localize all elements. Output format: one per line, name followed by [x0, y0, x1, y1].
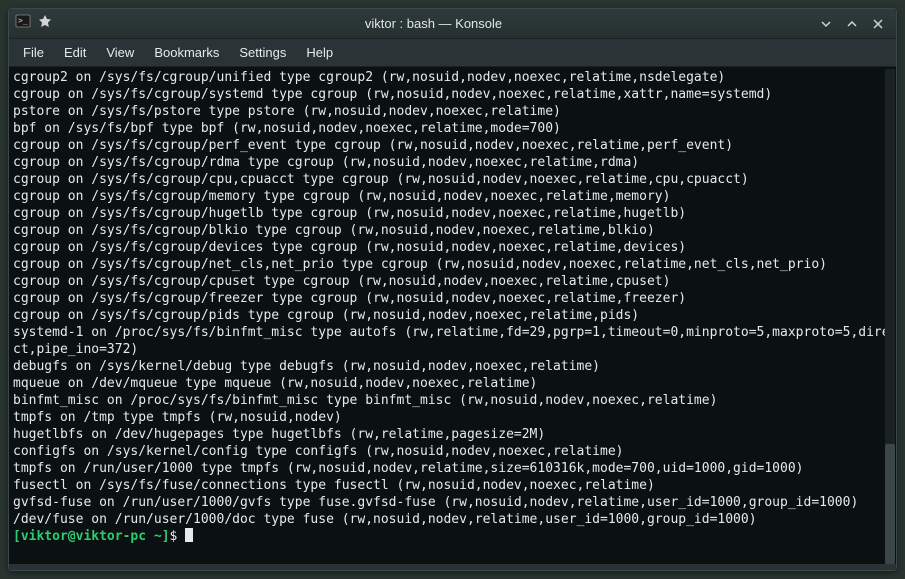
terminal-line: cgroup on /sys/fs/cgroup/net_cls,net_pri… [13, 256, 892, 273]
terminal-line: mqueue on /dev/mqueue type mqueue (rw,no… [13, 375, 892, 392]
cursor [185, 528, 193, 542]
close-button[interactable] [866, 13, 890, 35]
terminal-line: cgroup on /sys/fs/cgroup/devices type cg… [13, 239, 892, 256]
menu-view[interactable]: View [96, 41, 144, 64]
terminal-line: cgroup on /sys/fs/cgroup/perf_event type… [13, 137, 892, 154]
terminal-line: cgroup on /sys/fs/cgroup/hugetlb type cg… [13, 205, 892, 222]
svg-text:>_: >_ [18, 16, 28, 25]
titlebar: >_ viktor : bash — Konsole [9, 9, 896, 39]
terminal-line: debugfs on /sys/kernel/debug type debugf… [13, 358, 892, 375]
terminal-line: cgroup on /sys/fs/cgroup/freezer type cg… [13, 290, 892, 307]
menu-settings[interactable]: Settings [229, 41, 296, 64]
terminal-line: cgroup on /sys/fs/cgroup/systemd type cg… [13, 86, 892, 103]
app-icon: >_ [15, 13, 31, 34]
terminal-line: cgroup on /sys/fs/cgroup/blkio type cgro… [13, 222, 892, 239]
terminal-line: cgroup on /sys/fs/cgroup/cpuset type cgr… [13, 273, 892, 290]
window-bottom-frame [9, 564, 896, 570]
terminal-line: configfs on /sys/kernel/config type conf… [13, 443, 892, 460]
minimize-button[interactable] [814, 13, 838, 35]
terminal-line: cgroup on /sys/fs/cgroup/pids type cgrou… [13, 307, 892, 324]
terminal-line: systemd-1 on /proc/sys/fs/binfmt_misc ty… [13, 324, 892, 358]
menu-file[interactable]: File [13, 41, 54, 64]
prompt-line[interactable]: [viktor@viktor-pc ~]$ [13, 528, 892, 545]
terminal-line: tmpfs on /run/user/1000 type tmpfs (rw,n… [13, 460, 892, 477]
terminal-line: cgroup on /sys/fs/cgroup/cpu,cpuacct typ… [13, 171, 892, 188]
scrollbar[interactable] [885, 69, 895, 564]
pin-icon[interactable] [37, 14, 53, 33]
window-title: viktor : bash — Konsole [53, 16, 814, 31]
konsole-window: >_ viktor : bash — Konsole File Edit Vie… [8, 8, 897, 571]
terminal-line: cgroup2 on /sys/fs/cgroup/unified type c… [13, 69, 892, 86]
terminal-line: cgroup on /sys/fs/cgroup/rdma type cgrou… [13, 154, 892, 171]
prompt-symbol: $ [170, 529, 186, 544]
menu-help[interactable]: Help [296, 41, 343, 64]
menu-edit[interactable]: Edit [54, 41, 96, 64]
terminal-line: hugetlbfs on /dev/hugepages type hugetlb… [13, 426, 892, 443]
terminal-line: bpf on /sys/fs/bpf type bpf (rw,nosuid,n… [13, 120, 892, 137]
scrollbar-thumb[interactable] [885, 444, 895, 564]
prompt-user-host: [viktor@viktor-pc ~] [13, 529, 170, 544]
menu-bookmarks[interactable]: Bookmarks [144, 41, 229, 64]
terminal-line: /dev/fuse on /run/user/1000/doc type fus… [13, 511, 892, 528]
terminal-line: fusectl on /sys/fs/fuse/connections type… [13, 477, 892, 494]
terminal-line: binfmt_misc on /proc/sys/fs/binfmt_misc … [13, 392, 892, 409]
terminal-line: cgroup on /sys/fs/cgroup/memory type cgr… [13, 188, 892, 205]
terminal-output[interactable]: cgroup2 on /sys/fs/cgroup/unified type c… [9, 67, 896, 564]
terminal-line: tmpfs on /tmp type tmpfs (rw,nosuid,node… [13, 409, 892, 426]
terminal-line: pstore on /sys/fs/pstore type pstore (rw… [13, 103, 892, 120]
maximize-button[interactable] [840, 13, 864, 35]
terminal-line: gvfsd-fuse on /run/user/1000/gvfs type f… [13, 494, 892, 511]
menubar: File Edit View Bookmarks Settings Help [9, 39, 896, 67]
